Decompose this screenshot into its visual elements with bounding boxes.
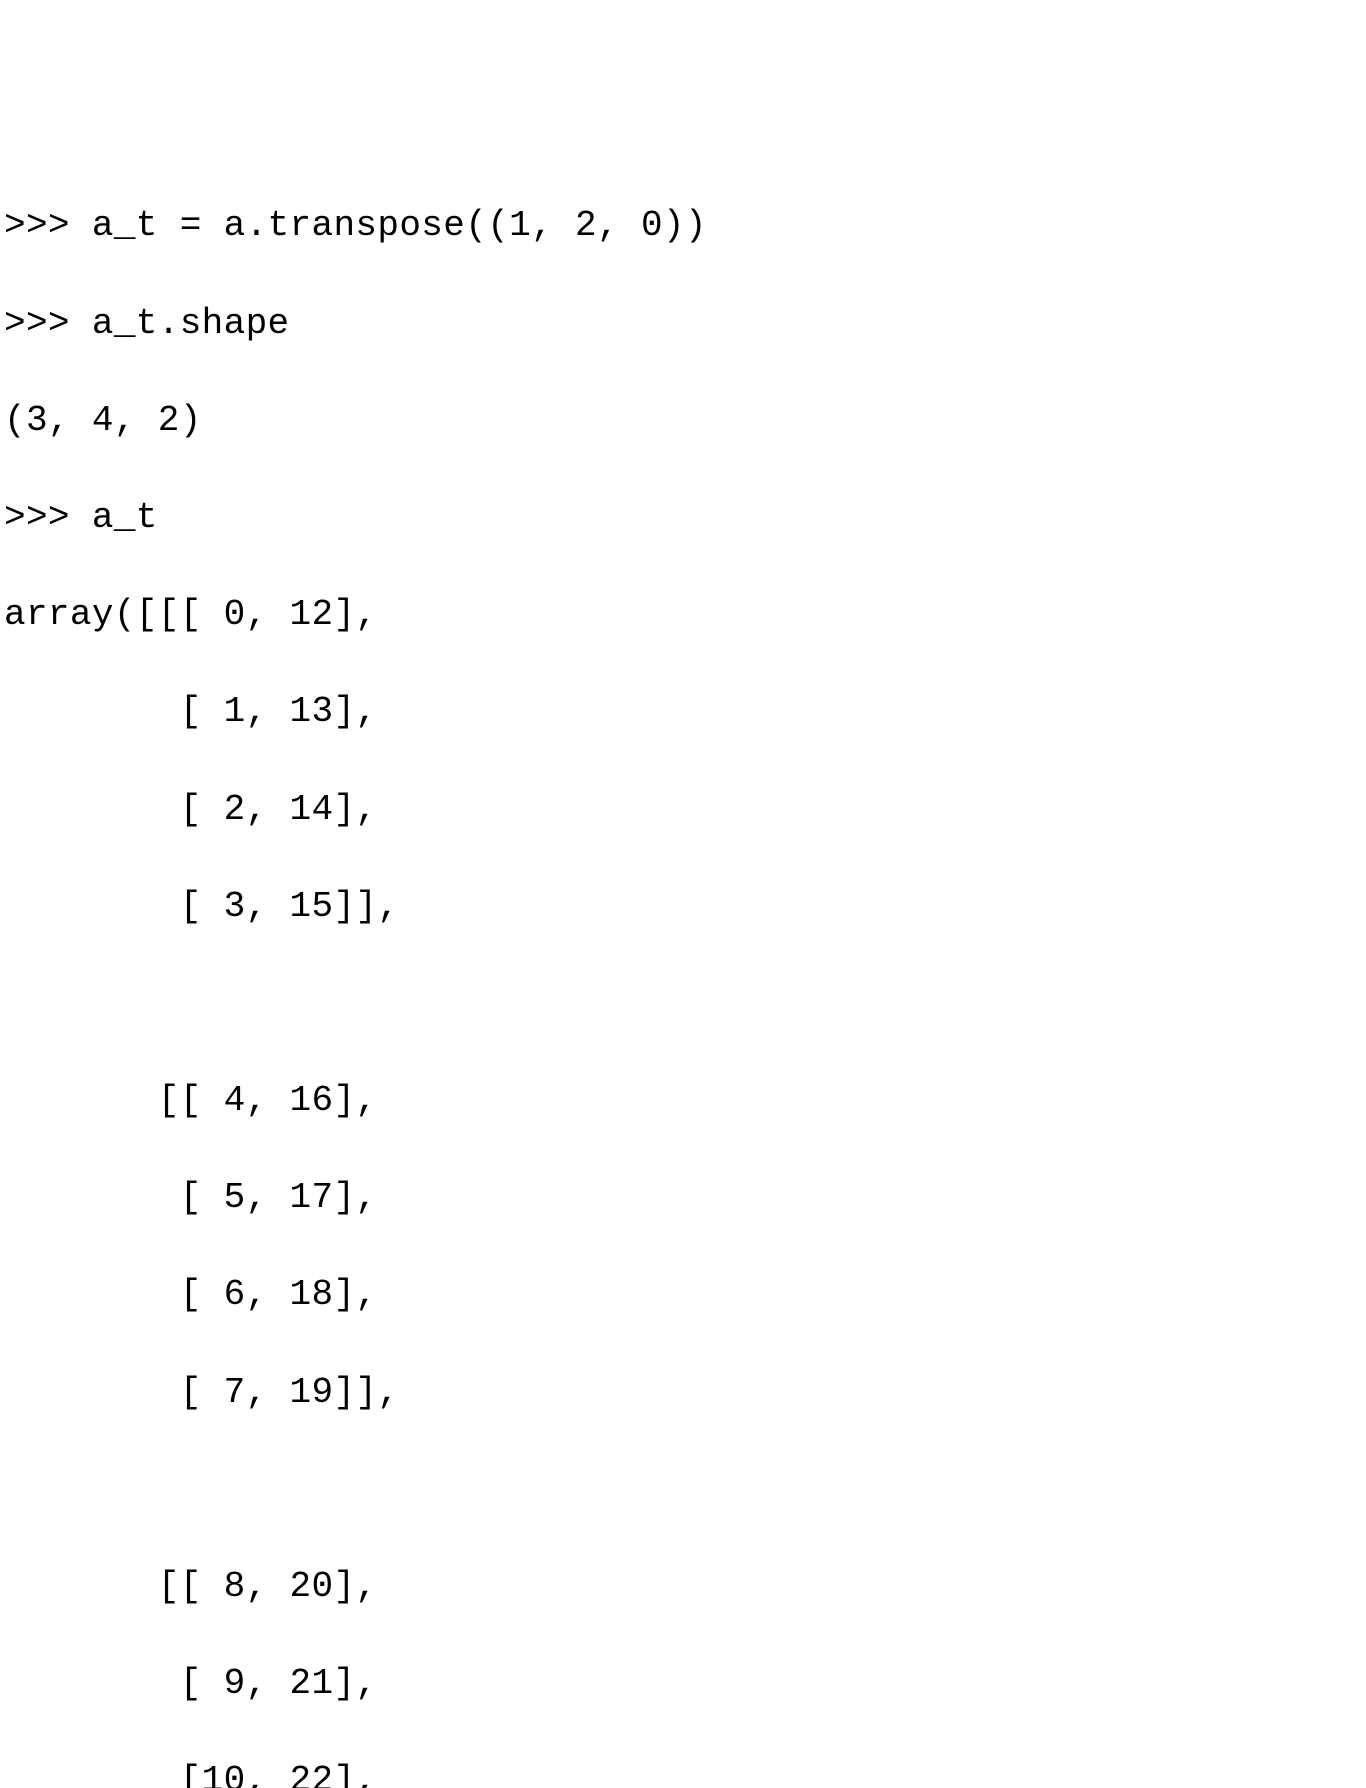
repl-input-line: >>> a_t = a.transpose((1, 2, 0))	[4, 202, 1366, 251]
repl-output-line	[4, 980, 1366, 1029]
repl-output-line: [ 3, 15]],	[4, 883, 1366, 932]
repl-output-line: [[ 4, 16],	[4, 1077, 1366, 1126]
repl-output-line: [[ 8, 20],	[4, 1563, 1366, 1612]
repl-input-line: >>> a_t.shape	[4, 300, 1366, 349]
repl-output-line: [ 5, 17],	[4, 1174, 1366, 1223]
repl-output-line: array([[[ 0, 12],	[4, 591, 1366, 640]
repl-output-line	[4, 1466, 1366, 1515]
repl-output-line: (3, 4, 2)	[4, 397, 1366, 446]
repl-output-line: [ 1, 13],	[4, 688, 1366, 737]
repl-output-line: [10, 22],	[4, 1757, 1366, 1788]
repl-output-line: [ 9, 21],	[4, 1660, 1366, 1709]
repl-output-line: [ 2, 14],	[4, 786, 1366, 835]
repl-input-line: >>> a_t	[4, 494, 1366, 543]
repl-output-line: [ 7, 19]],	[4, 1369, 1366, 1418]
repl-output-line: [ 6, 18],	[4, 1271, 1366, 1320]
